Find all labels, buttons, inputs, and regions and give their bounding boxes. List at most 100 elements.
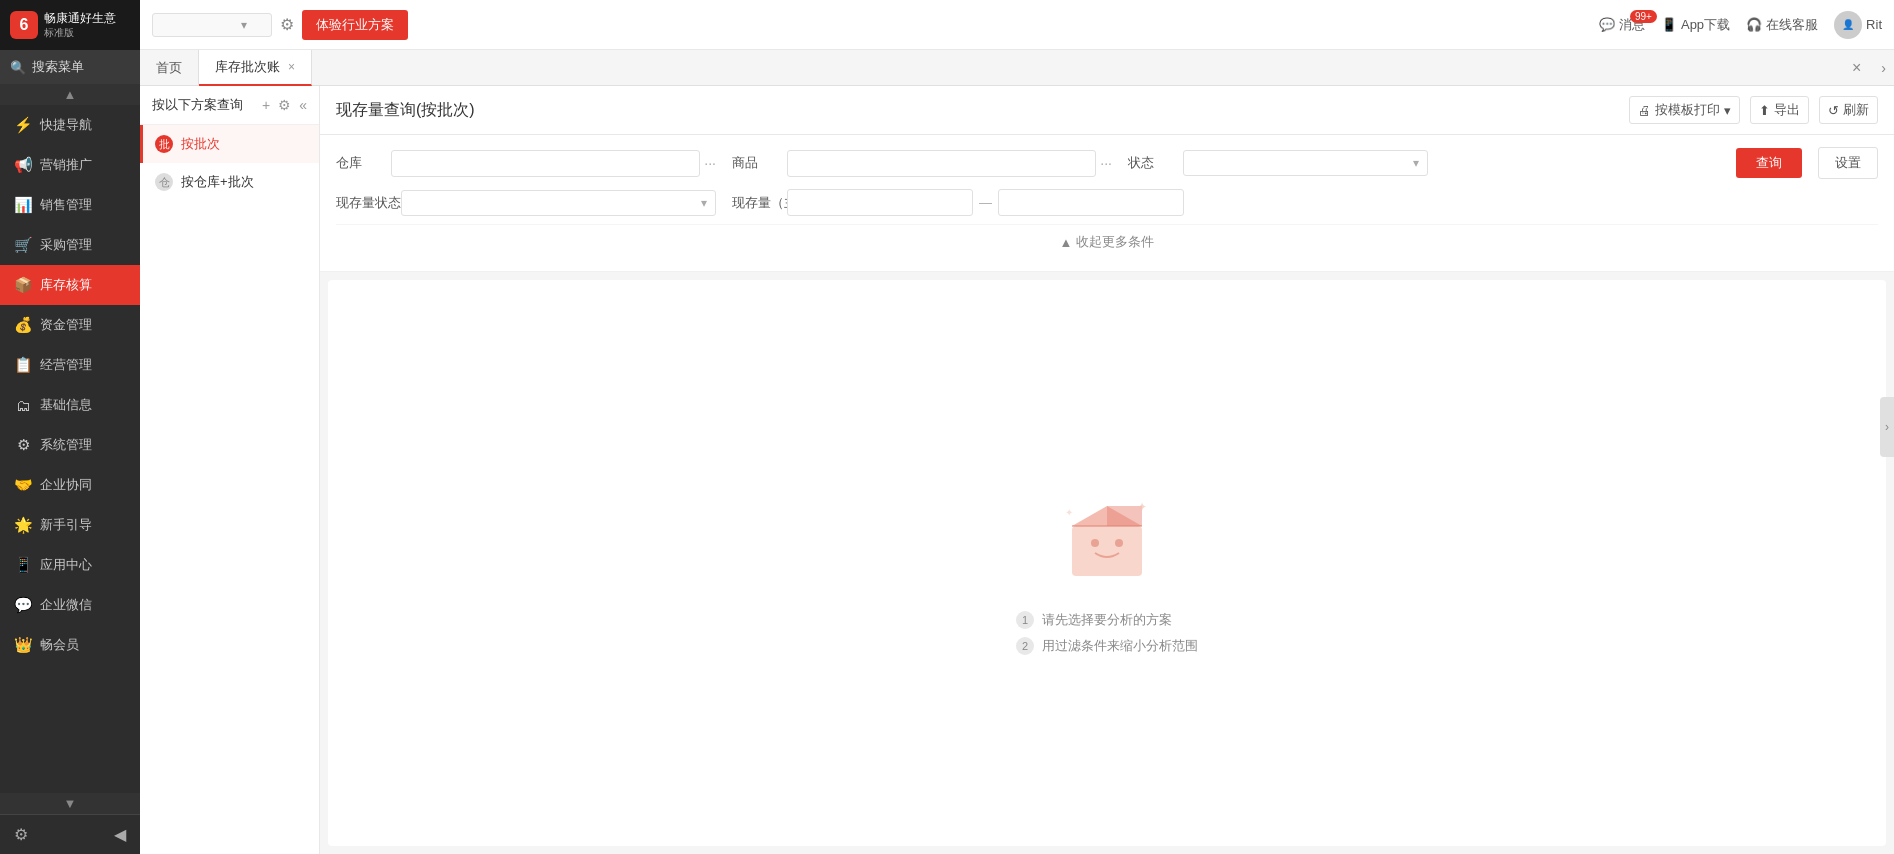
product-input[interactable] xyxy=(796,156,1087,171)
page-header: 现存量查询(按批次) 🖨 按模板打印 ▾ ⬆ 导出 ↺ 刷新 xyxy=(320,86,1894,135)
inventory-amount-to-wrap[interactable] xyxy=(998,189,1184,216)
wechat-icon: 💬 xyxy=(14,596,32,614)
warehouse-input[interactable] xyxy=(400,156,691,171)
sidebar: 6 畅康通好生意 标准版 🔍 搜索菜单 ▲ ⚡ 快捷导航 📢 营销推广 📊 销售… xyxy=(0,0,140,854)
svg-rect-0 xyxy=(1072,526,1142,576)
tab-home[interactable]: 首页 xyxy=(140,50,199,86)
sidebar-item-finance[interactable]: 💰 资金管理 xyxy=(0,305,140,345)
topbar-search-input[interactable] xyxy=(161,18,241,32)
inventory-amount-from-wrap[interactable] xyxy=(787,189,973,216)
product-input-wrap[interactable] xyxy=(787,150,1096,177)
product-filter-group: 商品 ··· xyxy=(732,150,1112,177)
purchase-icon: 🛒 xyxy=(14,236,32,254)
app-center-icon: 📱 xyxy=(14,556,32,574)
inventory-status-label: 现存量状态 xyxy=(336,194,401,212)
warehouse-input-wrap[interactable] xyxy=(391,150,700,177)
sidebar-scroll-up[interactable]: ▲ xyxy=(0,84,140,105)
empty-state: ✦ ✦ 1 请先选择要分析的方案 2 用过滤条件来缩小分析范围 xyxy=(328,280,1886,846)
sidebar-collapse-icon[interactable]: ◀ xyxy=(114,825,126,844)
avatar: 👤 xyxy=(1834,11,1862,39)
scheme-settings-icon[interactable]: ⚙ xyxy=(278,97,291,113)
warehouse-dots[interactable]: ··· xyxy=(704,155,716,171)
app-download-icon: 📱 xyxy=(1661,17,1677,32)
inventory-status-filter-group: 现存量状态 ▾ xyxy=(336,190,716,216)
messages-btn[interactable]: 💬 消息 99+ xyxy=(1599,16,1645,34)
right-collapse-handle[interactable]: › xyxy=(1880,397,1894,457)
sidebar-scroll-down[interactable]: ▼ xyxy=(0,793,140,814)
sidebar-item-system[interactable]: ⚙ 系统管理 xyxy=(0,425,140,465)
topbar-left: ▾ ⚙ 体验行业方案 xyxy=(152,10,1589,40)
inventory-amount-from-input[interactable] xyxy=(796,195,964,210)
sidebar-item-wechat[interactable]: 💬 企业微信 xyxy=(0,585,140,625)
svg-point-4 xyxy=(1091,539,1099,547)
print-dropdown-icon[interactable]: ▾ xyxy=(1724,103,1731,118)
sidebar-item-operations[interactable]: 📋 经营管理 xyxy=(0,345,140,385)
app-download-btn[interactable]: 📱 App下载 xyxy=(1661,16,1730,34)
empty-illustration: ✦ ✦ xyxy=(1047,471,1167,591)
collapse-icon: ▲ xyxy=(1060,235,1073,250)
filter-settings-btn[interactable]: 设置 xyxy=(1818,147,1878,179)
inventory-amount-to-input[interactable] xyxy=(1007,195,1175,210)
online-service-btn[interactable]: 🎧 在线客服 xyxy=(1746,16,1818,34)
basic-icon: 🗂 xyxy=(14,396,32,414)
tip-num-1: 1 xyxy=(1016,611,1034,629)
filter-area: 仓库 ··· 商品 ··· xyxy=(320,135,1894,272)
scheme-panel-header-icons: + ⚙ « xyxy=(262,97,307,113)
experience-btn[interactable]: 体验行业方案 xyxy=(302,10,408,40)
inventory-status-select-arrow: ▾ xyxy=(701,196,707,210)
topbar-settings-icon[interactable]: ⚙ xyxy=(280,15,294,34)
svg-text:✦: ✦ xyxy=(1137,500,1147,514)
sidebar-bottom: ⚙ ◀ xyxy=(0,814,140,854)
print-btn[interactable]: 🖨 按模板打印 ▾ xyxy=(1629,96,1740,124)
filter-collapse-btn[interactable]: ▲ 收起更多条件 xyxy=(336,224,1878,259)
tab-inventory-batch[interactable]: 库存批次账 × xyxy=(199,50,312,86)
sidebar-settings-icon[interactable]: ⚙ xyxy=(14,825,28,844)
scheme-icon-by-warehouse-batch: 仓 xyxy=(155,173,173,191)
message-icon: 💬 xyxy=(1599,17,1615,32)
scheme-collapse-icon[interactable]: « xyxy=(299,97,307,113)
scheme-icon-by-batch: 批 xyxy=(155,135,173,153)
tab-panel-close-btn[interactable]: × xyxy=(1840,59,1873,77)
tab-bar: 首页 库存批次账 × × › xyxy=(140,50,1894,86)
status-select[interactable]: ▾ xyxy=(1183,150,1428,176)
service-icon: 🎧 xyxy=(1746,17,1762,32)
main-area: ▾ ⚙ 体验行业方案 💬 消息 99+ 📱 App下载 🎧 在线客服 👤 xyxy=(140,0,1894,854)
tab-close-btn[interactable]: × xyxy=(288,60,295,74)
sidebar-item-app-center[interactable]: 📱 应用中心 xyxy=(0,545,140,585)
sidebar-item-vip[interactable]: 👑 畅会员 xyxy=(0,625,140,665)
marketing-icon: 📢 xyxy=(14,156,32,174)
product-dots[interactable]: ··· xyxy=(1100,155,1112,171)
page-content: 按以下方案查询 + ⚙ « 批 按批次 仓 按 xyxy=(140,86,1894,854)
sidebar-item-marketing[interactable]: 📢 营销推广 xyxy=(0,145,140,185)
scheme-list: 批 按批次 仓 按仓库+批次 xyxy=(140,125,319,854)
sidebar-item-inventory[interactable]: 📦 库存核算 xyxy=(0,265,140,305)
topbar-dropdown-icon[interactable]: ▾ xyxy=(241,18,247,32)
enterprise-icon: 🤝 xyxy=(14,476,32,494)
sidebar-item-basic[interactable]: 🗂 基础信息 xyxy=(0,385,140,425)
query-btn[interactable]: 查询 xyxy=(1736,148,1802,178)
sidebar-item-purchase[interactable]: 🛒 采购管理 xyxy=(0,225,140,265)
sidebar-item-quick-nav[interactable]: ⚡ 快捷导航 xyxy=(0,105,140,145)
filter-row-1: 仓库 ··· 商品 ··· xyxy=(336,147,1878,179)
export-btn[interactable]: ⬆ 导出 xyxy=(1750,96,1809,124)
sidebar-search[interactable]: 🔍 搜索菜单 xyxy=(0,50,140,84)
app-title: 畅康通好生意 标准版 xyxy=(44,11,116,40)
print-icon: 🖨 xyxy=(1638,103,1651,118)
topbar: ▾ ⚙ 体验行业方案 💬 消息 99+ 📱 App下载 🎧 在线客服 👤 xyxy=(140,0,1894,50)
tab-right-arrow[interactable]: › xyxy=(1873,60,1894,76)
scheme-panel-title: 按以下方案查询 xyxy=(152,96,243,114)
status-select-arrow: ▾ xyxy=(1413,156,1419,170)
sidebar-item-sales[interactable]: 📊 销售管理 xyxy=(0,185,140,225)
messages-badge: 99+ xyxy=(1630,10,1657,23)
scheme-add-icon[interactable]: + xyxy=(262,97,270,113)
empty-tip-2: 2 用过滤条件来缩小分析范围 xyxy=(1016,637,1198,655)
sidebar-item-enterprise[interactable]: 🤝 企业协同 xyxy=(0,465,140,505)
user-profile-btn[interactable]: 👤 Rit xyxy=(1834,11,1882,39)
operations-icon: 📋 xyxy=(14,356,32,374)
scheme-item-by-warehouse-batch[interactable]: 仓 按仓库+批次 xyxy=(140,163,319,201)
inventory-status-select[interactable]: ▾ xyxy=(401,190,716,216)
scheme-item-by-batch[interactable]: 批 按批次 xyxy=(140,125,319,163)
inventory-amount-filter-group: 现存量（主） — xyxy=(732,189,1112,216)
sidebar-item-newbie[interactable]: 🌟 新手引导 xyxy=(0,505,140,545)
refresh-btn[interactable]: ↺ 刷新 xyxy=(1819,96,1878,124)
